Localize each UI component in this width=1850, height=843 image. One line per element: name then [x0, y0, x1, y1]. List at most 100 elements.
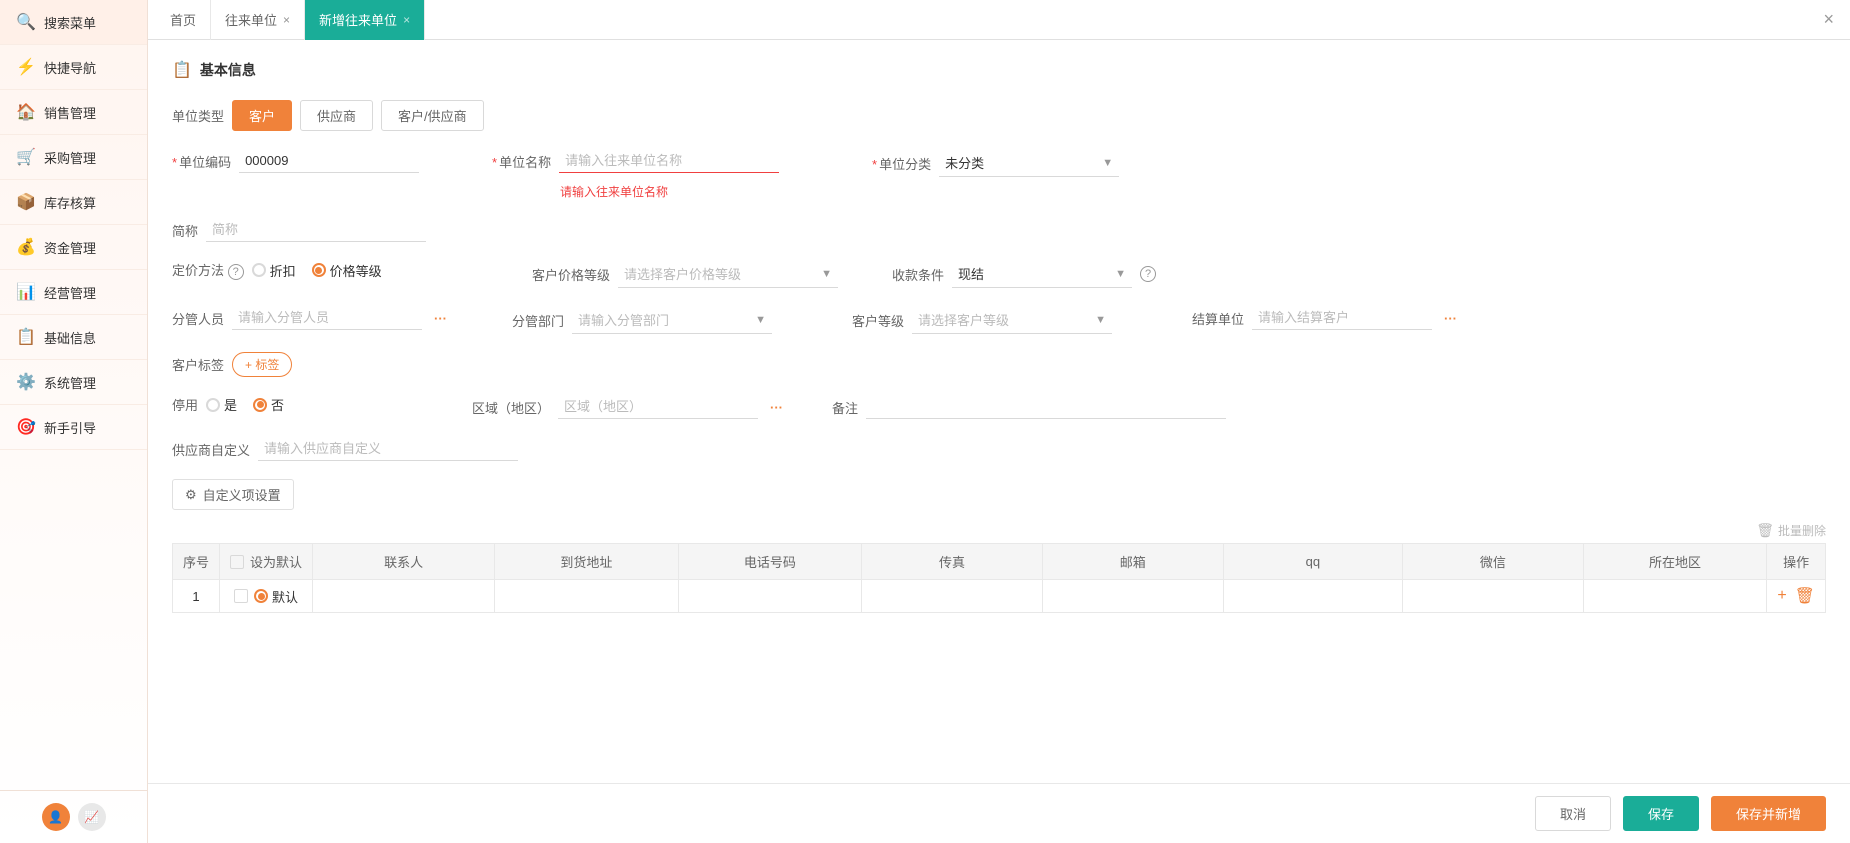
delete-row-icon[interactable]: 🗑 [1795, 586, 1815, 606]
email-input[interactable] [1053, 589, 1213, 604]
row-default: 默认 [220, 580, 313, 613]
department-label: 分管部门 [512, 311, 564, 330]
price-level-radio[interactable] [312, 263, 326, 277]
table-row: 1 默认 [173, 580, 1826, 613]
customer-level-select[interactable]: 请选择客户等级 ▼ [912, 306, 1112, 334]
save-button[interactable]: 保存 [1623, 796, 1699, 831]
row-location[interactable] [1583, 580, 1767, 613]
fax-input[interactable] [872, 589, 1032, 604]
no-radio[interactable] [253, 398, 267, 412]
row-address[interactable] [495, 580, 679, 613]
phone-input[interactable] [689, 589, 852, 604]
close-all-tabs[interactable]: × [1815, 9, 1842, 30]
unit-category-label: *单位分类 [872, 154, 931, 173]
row-email[interactable] [1042, 580, 1223, 613]
region-field: 区域（地区） ··· [472, 395, 832, 419]
sidebar-item-purchase[interactable]: 🛒 采购管理 [0, 135, 147, 180]
sidebar-item-system[interactable]: ⚙️ 系统管理 [0, 360, 147, 405]
tab-partners-close[interactable]: × [283, 13, 290, 27]
stats-icon[interactable]: 📈 [78, 803, 106, 831]
pricing-discount-option[interactable]: 折扣 [252, 261, 296, 280]
batch-delete-label[interactable]: 批量删除 [1778, 522, 1826, 539]
region-input[interactable] [558, 395, 758, 419]
disabled-label: 停用 [172, 395, 198, 414]
custom-settings-button[interactable]: ⚙ 自定义项设置 [172, 479, 294, 510]
tab-partners[interactable]: 往来单位 × [211, 0, 305, 40]
sidebar-item-basic[interactable]: 📋 基础信息 [0, 315, 147, 360]
row-fax[interactable] [862, 580, 1043, 613]
remarks-input[interactable] [866, 395, 1226, 419]
unit-name-input[interactable] [559, 149, 779, 173]
row-phone[interactable] [678, 580, 862, 613]
region-more[interactable]: ··· [766, 400, 787, 415]
settlement-unit-input[interactable] [1252, 306, 1432, 330]
default-radio[interactable] [254, 589, 268, 603]
tab-home[interactable]: 首页 [156, 0, 211, 40]
tab-new-partner-close[interactable]: × [403, 13, 410, 27]
sidebar-item-inventory[interactable]: 📦 库存核算 [0, 180, 147, 225]
supplier-custom-field: 供应商自定义 [172, 437, 552, 461]
contact-input[interactable] [323, 589, 484, 604]
unit-btn-both[interactable]: 客户/供应商 [381, 100, 484, 131]
location-input[interactable] [1594, 589, 1757, 604]
supplier-custom-input[interactable] [258, 437, 518, 461]
basic-info-icon: 📋 [16, 327, 36, 347]
customer-tag-label: 客户标签 [172, 355, 224, 374]
address-input[interactable] [505, 589, 668, 604]
short-name-label: 简称 [172, 221, 198, 240]
payment-terms-value: 现结 [958, 264, 1111, 283]
unit-type-row: 单位类型 客户 供应商 客户/供应商 [172, 100, 1826, 131]
sidebar-item-quick-nav[interactable]: ⚡ 快捷导航 [0, 45, 147, 90]
qq-input[interactable] [1234, 589, 1392, 604]
guide-icon: 🎯 [16, 417, 36, 437]
department-select[interactable]: 请输入分管部门 ▼ [572, 306, 772, 334]
row-qq[interactable] [1223, 580, 1402, 613]
yes-radio[interactable] [206, 398, 220, 412]
discount-radio[interactable] [252, 263, 266, 277]
section-icon: 📋 [172, 60, 192, 80]
select-all-checkbox[interactable] [230, 555, 244, 569]
pricing-level-option[interactable]: 价格等级 [312, 261, 382, 280]
unit-category-select[interactable]: 未分类 ▼ [939, 149, 1119, 177]
sidebar-item-guide[interactable]: 🎯 新手引导 [0, 405, 147, 450]
col-phone: 电话号码 [678, 544, 862, 580]
pricing-method-field: 定价方法 ? 折扣 价格等级 [172, 260, 532, 280]
unit-code-field: *单位编码 [172, 149, 492, 173]
unit-btn-customer[interactable]: 客户 [232, 100, 292, 131]
unit-type-field: 单位类型 客户 供应商 客户/供应商 [172, 100, 772, 131]
row-wechat[interactable] [1403, 580, 1584, 613]
sidebar-item-finance[interactable]: 💰 资金管理 [0, 225, 147, 270]
cancel-button[interactable]: 取消 [1535, 796, 1611, 831]
payment-terms-select[interactable]: 现结 ▼ [952, 260, 1132, 288]
settlement-unit-more[interactable]: ··· [1440, 311, 1461, 326]
manager-input[interactable] [232, 306, 422, 330]
operations-icon: 📊 [16, 282, 36, 302]
payment-terms-chevron: ▼ [1115, 268, 1126, 280]
search-icon: 🔍 [16, 12, 36, 32]
row-default-radio[interactable]: 默认 [254, 587, 298, 606]
customer-price-level-select[interactable]: 请选择客户价格等级 ▼ [618, 260, 838, 288]
pricing-method-help[interactable]: ? [228, 264, 244, 280]
tab-new-partner[interactable]: 新增往来单位 × [305, 0, 425, 40]
main-area: 首页 往来单位 × 新增往来单位 × × 📋 基本信息 单位类型 客户 供应商 … [148, 0, 1850, 843]
payment-terms-help[interactable]: ? [1140, 266, 1156, 282]
save-and-new-button[interactable]: 保存并新增 [1711, 796, 1826, 831]
sidebar-item-sales[interactable]: 🏠 销售管理 [0, 90, 147, 135]
user-avatar[interactable]: 👤 [42, 803, 70, 831]
row-checkbox[interactable] [234, 589, 248, 603]
unit-category-value: 未分类 [945, 153, 1098, 172]
sidebar-item-search[interactable]: 🔍 搜索菜单 [0, 0, 147, 45]
sidebar-item-operations[interactable]: 📊 经营管理 [0, 270, 147, 315]
disabled-yes[interactable]: 是 [206, 395, 237, 414]
row-contact[interactable] [313, 580, 495, 613]
short-name-row: 简称 [172, 218, 1826, 242]
wechat-input[interactable] [1413, 589, 1573, 604]
unit-btn-supplier[interactable]: 供应商 [300, 100, 373, 131]
add-row-icon[interactable]: + [1777, 587, 1786, 605]
manager-more[interactable]: ··· [430, 311, 451, 326]
unit-code-input[interactable] [239, 149, 419, 173]
disabled-no[interactable]: 否 [253, 395, 284, 414]
add-tag-button[interactable]: + 标签 [232, 352, 292, 377]
short-name-input[interactable] [206, 218, 426, 242]
customer-tag-row: 客户标签 + 标签 [172, 352, 1826, 377]
